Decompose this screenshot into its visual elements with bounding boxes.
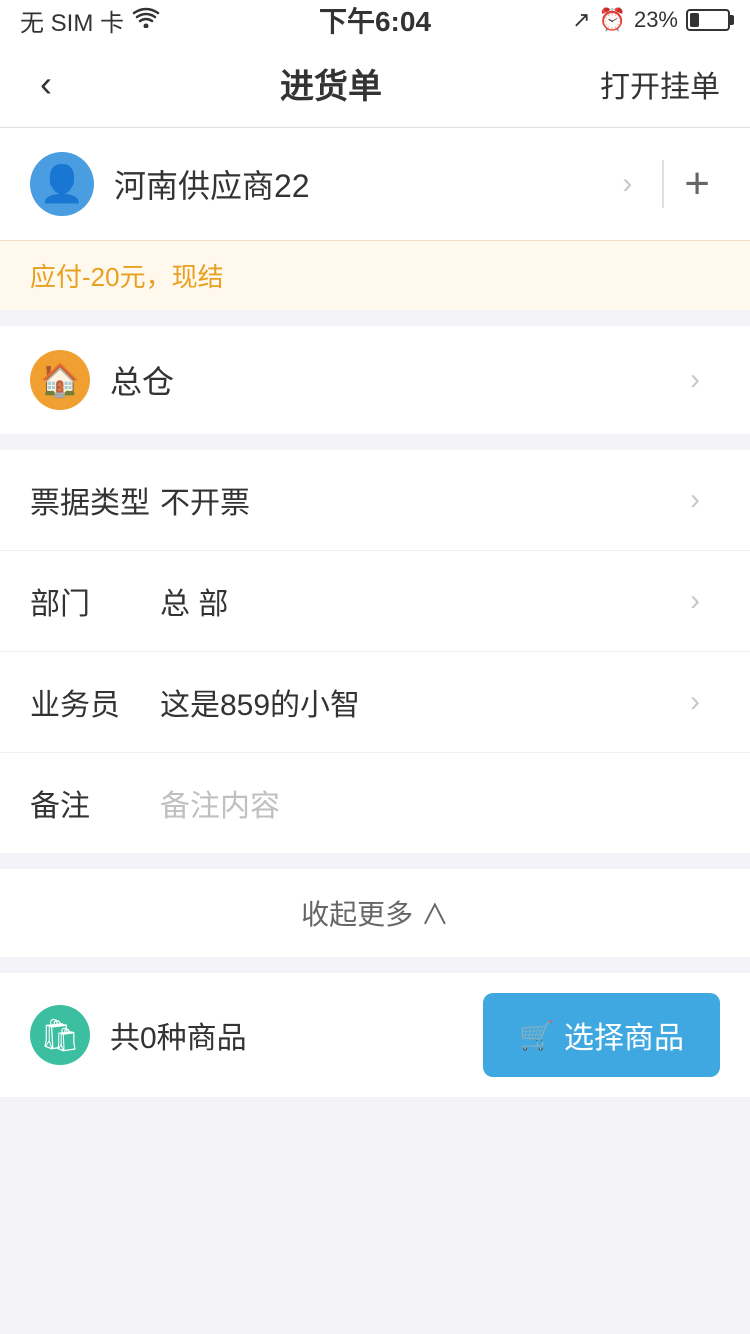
warehouse-name: 总仓 [110,357,690,403]
supplier-name: 河南供应商22 [114,161,622,207]
department-chevron-icon: › [690,584,700,618]
status-right: ↗ ⏰ 23% [572,7,730,33]
salesperson-chevron-icon: › [690,685,700,719]
supplier-avatar: 👤 [30,152,94,216]
notice-text: 应付-20元，现结 [30,262,224,292]
nav-bar: ‹ 进货单 打开挂单 [0,40,750,128]
salesperson-value: 这是859的小智 [160,680,690,724]
main-content: 👤 河南供应商22 › + 应付-20元，现结 🏠 总仓 › 票据类型 不开票 … [0,128,750,1097]
status-time: 下午6:04 [319,0,431,40]
warehouse-chevron-icon: › [690,363,700,397]
status-bar: 无 SIM 卡 下午6:04 ↗ ⏰ 23% [0,0,750,40]
department-value: 总 部 [160,579,690,623]
product-icon-wrap: 🛍 [30,1005,90,1065]
form-section: 票据类型 不开票 › 部门 总 部 › 业务员 这是859的小智 › 备注 备注… [0,450,750,853]
collapse-label: 收起更多 ∧ [301,893,449,933]
salesperson-row[interactable]: 业务员 这是859的小智 › [0,652,750,753]
status-left: 无 SIM 卡 [20,3,160,38]
location-icon: ↗ [572,7,590,33]
invoice-type-value: 不开票 [160,478,690,522]
open-pending-button[interactable]: 打开挂单 [600,62,720,106]
invoice-type-chevron-icon: › [690,483,700,517]
no-sim-label: 无 SIM 卡 [20,3,124,38]
warehouse-icon: 🏠 [40,361,80,399]
remark-label: 备注 [30,781,160,825]
department-label: 部门 [30,579,160,623]
battery-percent: 23% [634,7,678,33]
supplier-chevron-icon: › [622,167,632,201]
select-product-button[interactable]: 🛒 选择商品 [483,993,720,1077]
select-product-label: 选择商品 [564,1013,684,1057]
warehouse-section[interactable]: 🏠 总仓 › [0,326,750,434]
supplier-section: 👤 河南供应商22 › + 应付-20元，现结 [0,128,750,310]
warehouse-icon-wrap: 🏠 [30,350,90,410]
battery-icon [686,9,730,31]
avatar-icon: 👤 [40,163,85,205]
product-icon: 🛍 [40,1016,81,1054]
department-row[interactable]: 部门 总 部 › [0,551,750,652]
remark-row[interactable]: 备注 备注内容 [0,753,750,853]
supplier-divider [662,160,664,208]
invoice-type-label: 票据类型 [30,478,160,522]
remark-placeholder[interactable]: 备注内容 [160,781,720,825]
invoice-type-row[interactable]: 票据类型 不开票 › [0,450,750,551]
bottom-bar: 🛍 共0种商品 🛒 选择商品 [0,973,750,1097]
salesperson-label: 业务员 [30,680,160,724]
page-title: 进货单 [280,59,382,108]
supplier-row[interactable]: 👤 河南供应商22 › + [0,128,750,240]
warehouse-row[interactable]: 🏠 总仓 › [0,326,750,434]
back-button[interactable]: ‹ [30,53,62,115]
add-supplier-button[interactable]: + [674,159,720,209]
select-product-icon: 🛒 [519,1019,554,1052]
alarm-icon: ⏰ [599,7,626,33]
wifi-icon [132,6,160,35]
product-count: 共0种商品 [110,1013,483,1057]
collapse-bar[interactable]: 收起更多 ∧ [0,869,750,957]
notice-bar: 应付-20元，现结 [0,240,750,310]
